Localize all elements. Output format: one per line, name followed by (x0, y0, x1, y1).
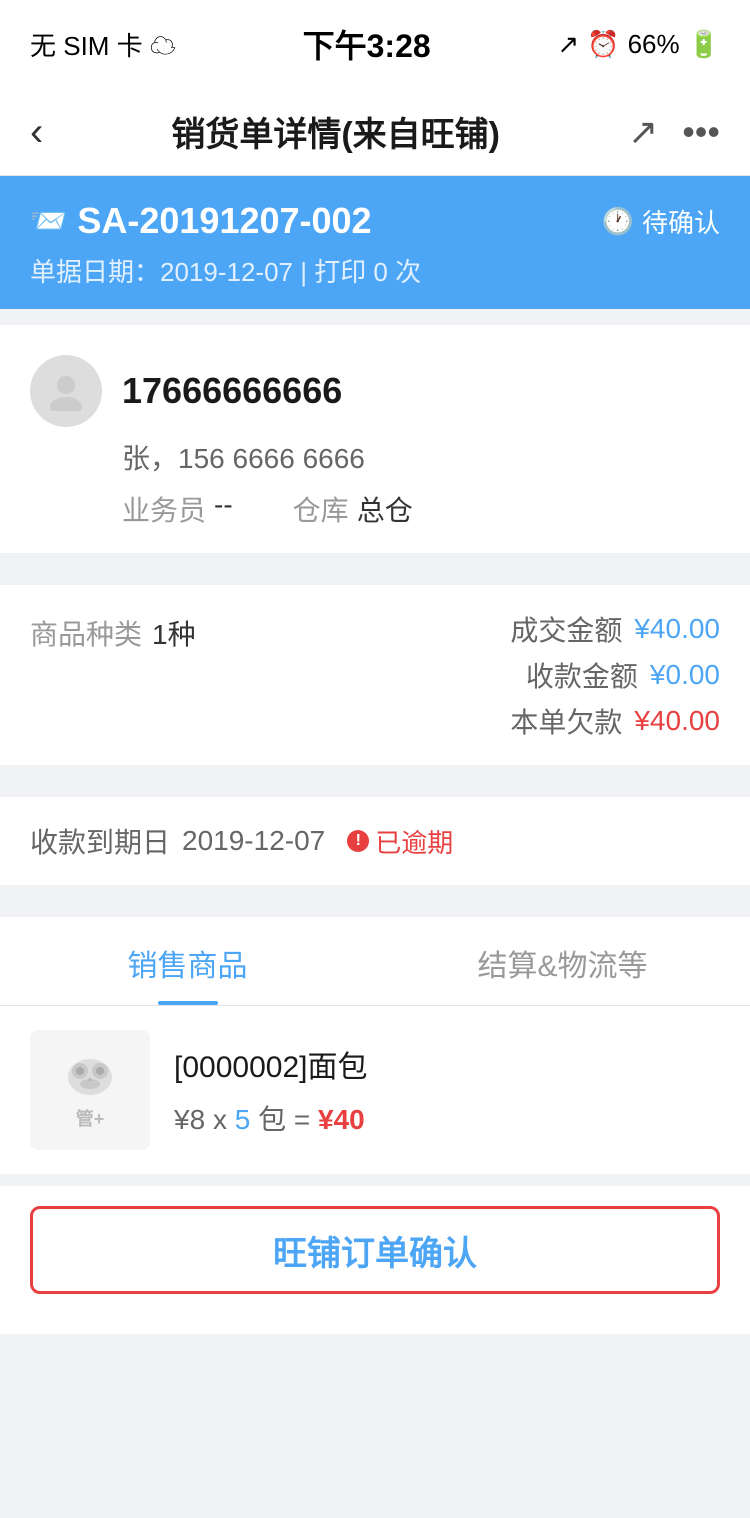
customer-meta: 业务员 -- 仓库 总仓 (122, 489, 720, 529)
product-total: ¥40 (318, 1104, 365, 1135)
sim-status: 无 SIM 卡 ☁ (30, 26, 176, 63)
bottom-bar: 旺铺订单确认 (0, 1186, 750, 1334)
battery-level: 66% (628, 29, 680, 60)
more-icon[interactable]: ••• (682, 111, 720, 153)
equals-sign: = (294, 1104, 318, 1135)
bottom-spacer (0, 1370, 750, 1518)
multiply-sign: x (213, 1104, 235, 1135)
warehouse-field: 仓库 总仓 (293, 489, 413, 529)
tabs-row: 销售商品 结算&物流等 (0, 917, 750, 1006)
order-icon: 📨 (30, 204, 67, 239)
product-quantity: 5 (235, 1104, 251, 1135)
amount-summary: 成交金额 ¥40.00 收款金额 ¥0.00 本单欠款 ¥40.00 (510, 609, 720, 741)
due-date: 2019-12-07 (182, 825, 325, 857)
summary-section: 商品种类 1种 成交金额 ¥40.00 收款金额 ¥0.00 本单欠款 ¥40.… (0, 585, 750, 765)
divider3 (0, 781, 750, 797)
order-status: 🕐 待确认 (602, 203, 720, 240)
product-price-row: ¥8 x 5 包 = ¥40 (174, 1098, 720, 1138)
due-label: 收款到期日 (30, 821, 170, 861)
status-bar: 无 SIM 卡 ☁ 下午3:28 ↗ ⏰ 66% 🔋 (0, 0, 750, 88)
confirm-order-button[interactable]: 旺铺订单确认 (30, 1206, 720, 1294)
clock-icon: 🕐 (602, 206, 634, 237)
transaction-value: ¥40.00 (634, 613, 720, 645)
customer-name: 张，156 6666 6666 (122, 437, 720, 477)
order-date: 单据日期：2019-12-07 | 打印 0 次 (30, 252, 720, 289)
status-left: 无 SIM 卡 ☁ (30, 26, 176, 63)
order-id: 📨 SA-20191207-002 (30, 200, 372, 242)
divider1 (0, 309, 750, 325)
product-section: 管+ [0000002]面包 ¥8 x 5 包 = ¥40 (0, 1006, 750, 1174)
tabs-section: 销售商品 结算&物流等 (0, 917, 750, 1006)
transaction-label: 成交金额 (510, 609, 622, 649)
tab-settlement[interactable]: 结算&物流等 (375, 917, 750, 1005)
owed-value: ¥40.00 (634, 705, 720, 737)
product-item: 管+ [0000002]面包 ¥8 x 5 包 = ¥40 (30, 1030, 720, 1150)
payment-label: 收款金额 (526, 655, 638, 695)
page-title: 销货单详情(来自旺铺) (171, 107, 500, 156)
overdue-badge: ! 已逾期 (347, 823, 453, 860)
avatar (30, 355, 102, 427)
goods-type: 商品种类 1种 (30, 609, 196, 653)
salesperson-field: 业务员 -- (122, 489, 233, 529)
product-unit: 包 (258, 1104, 286, 1135)
divider2 (0, 569, 750, 585)
order-header: 📨 SA-20191207-002 🕐 待确认 单据日期：2019-12-07 … (0, 176, 750, 309)
salesperson-value: -- (214, 489, 233, 529)
product-price: ¥8 (174, 1104, 205, 1135)
status-right: ↗ ⏰ 66% 🔋 (557, 29, 720, 60)
alarm-icon: ⏰ (587, 29, 619, 60)
due-section: 收款到期日 2019-12-07 ! 已逾期 (0, 797, 750, 885)
back-button[interactable]: ‹ (30, 112, 43, 152)
share-icon[interactable]: ↗︎ (628, 111, 658, 153)
payment-value: ¥0.00 (650, 659, 720, 691)
customer-section: 17666666666 张，156 6666 6666 业务员 -- 仓库 总仓 (0, 325, 750, 553)
battery-icon: 🔋 (688, 29, 720, 60)
overdue-text: 已逾期 (375, 823, 453, 860)
owed-label: 本单欠款 (510, 701, 622, 741)
product-thumbnail: 管+ (30, 1030, 150, 1150)
warehouse-label: 仓库 (293, 489, 349, 529)
clock: 下午3:28 (303, 21, 431, 67)
location-icon: ↗ (557, 29, 579, 60)
nav-bar: ‹ 销货单详情(来自旺铺) ↗︎ ••• (0, 88, 750, 176)
overdue-icon: ! (347, 830, 369, 852)
tab-products[interactable]: 销售商品 (0, 917, 375, 1005)
product-info: [0000002]面包 ¥8 x 5 包 = ¥40 (174, 1042, 720, 1138)
nav-actions: ↗︎ ••• (628, 111, 720, 153)
salesperson-label: 业务员 (122, 489, 206, 529)
product-name: [0000002]面包 (174, 1042, 720, 1086)
customer-phone: 17666666666 (122, 370, 342, 412)
divider4 (0, 901, 750, 917)
product-logo-plus: 管+ (76, 1105, 105, 1131)
warehouse-value: 总仓 (357, 489, 413, 529)
